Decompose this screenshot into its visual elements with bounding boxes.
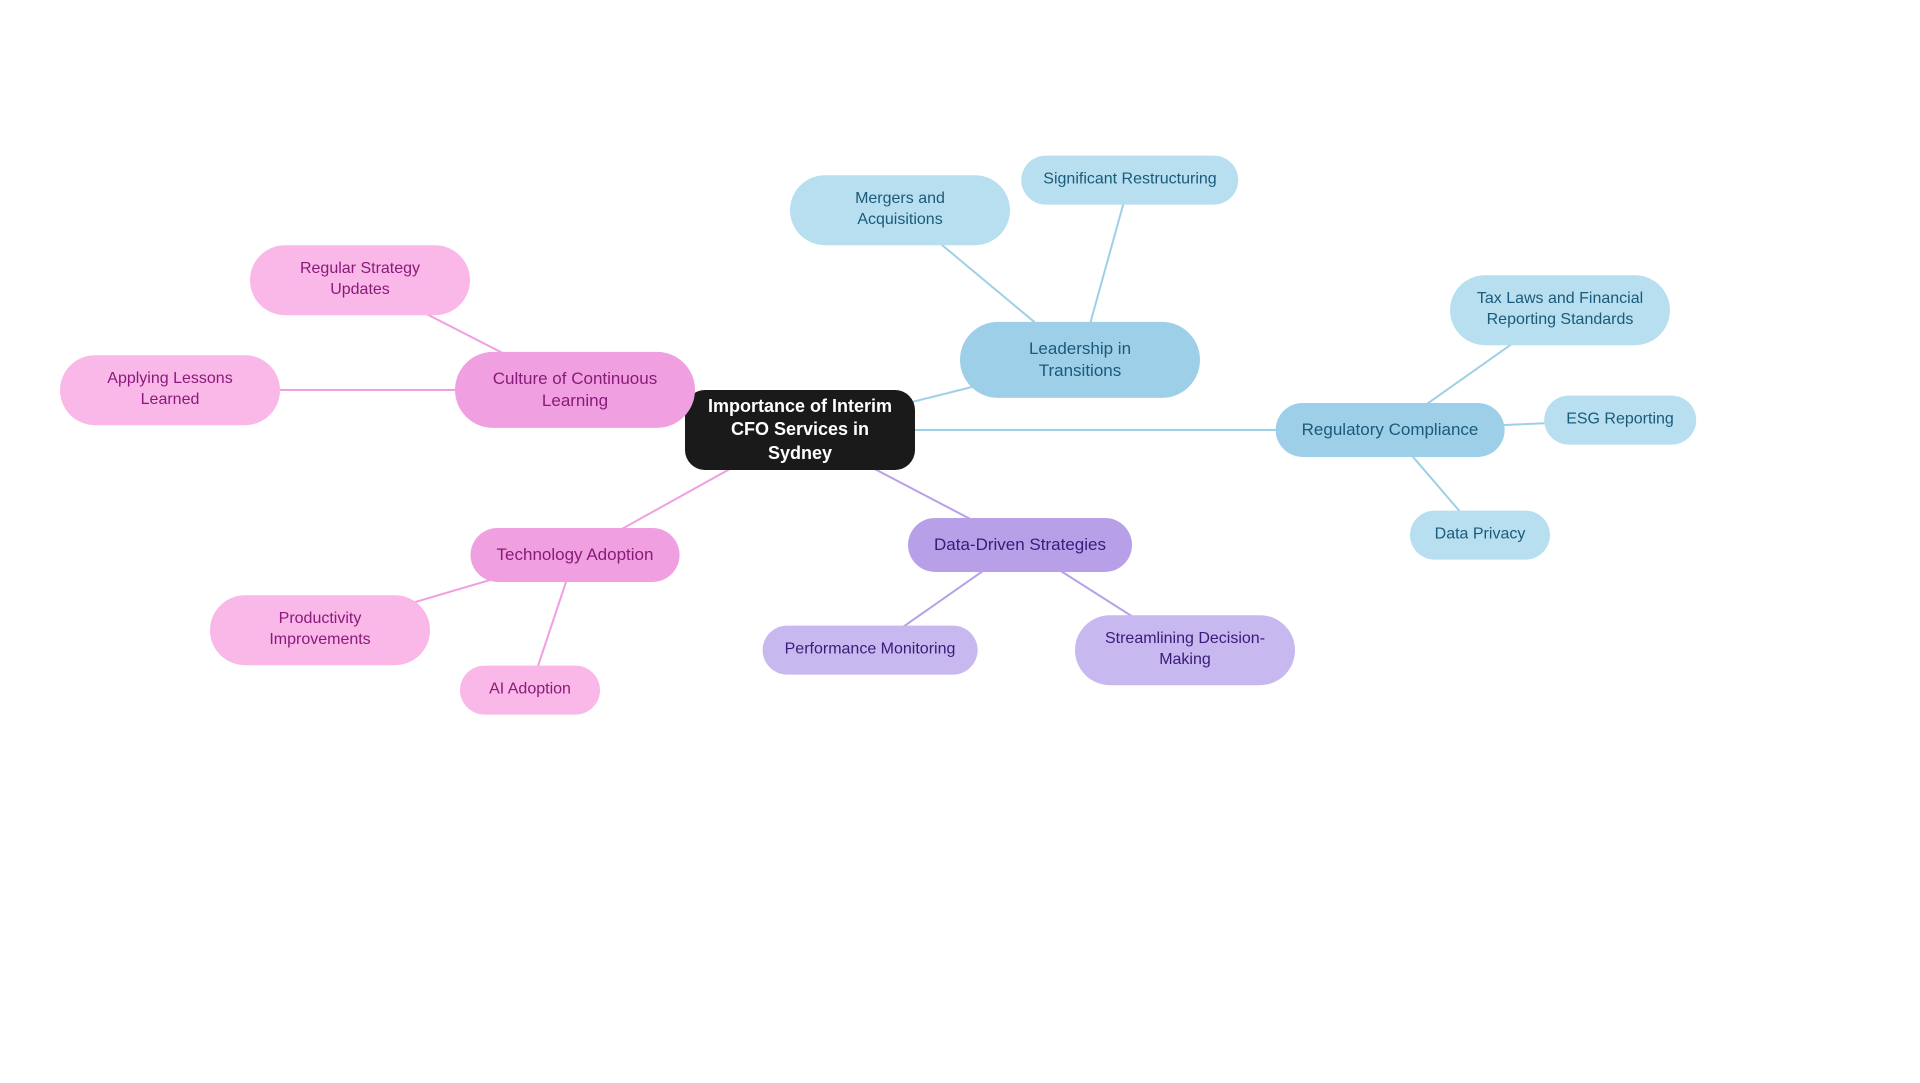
node-performance[interactable]: Performance Monitoring xyxy=(763,626,978,675)
node-esg[interactable]: ESG Reporting xyxy=(1544,396,1696,445)
node-restructuring[interactable]: Significant Restructuring xyxy=(1021,156,1238,205)
node-datadriven[interactable]: Data-Driven Strategies xyxy=(908,518,1132,572)
node-ai[interactable]: AI Adoption xyxy=(460,666,600,715)
center-node[interactable]: Importance of Interim CFO Services in Sy… xyxy=(685,390,915,470)
node-applying[interactable]: Applying Lessons Learned xyxy=(60,355,280,425)
node-streamlining[interactable]: Streamlining Decision-Making xyxy=(1075,615,1295,685)
node-leadership[interactable]: Leadership in Transitions xyxy=(960,322,1200,398)
node-productivity[interactable]: Productivity Improvements xyxy=(210,595,430,665)
node-technology[interactable]: Technology Adoption xyxy=(471,528,680,582)
node-mergers[interactable]: Mergers and Acquisitions xyxy=(790,175,1010,245)
node-regulatory[interactable]: Regulatory Compliance xyxy=(1276,403,1505,457)
node-culture[interactable]: Culture of Continuous Learning xyxy=(455,352,695,428)
node-taxlaws[interactable]: Tax Laws and Financial Reporting Standar… xyxy=(1450,275,1670,345)
node-strategy[interactable]: Regular Strategy Updates xyxy=(250,245,470,315)
node-dataprivacy[interactable]: Data Privacy xyxy=(1410,511,1550,560)
mindmap-container: Importance of Interim CFO Services in Sy… xyxy=(0,0,1920,1083)
